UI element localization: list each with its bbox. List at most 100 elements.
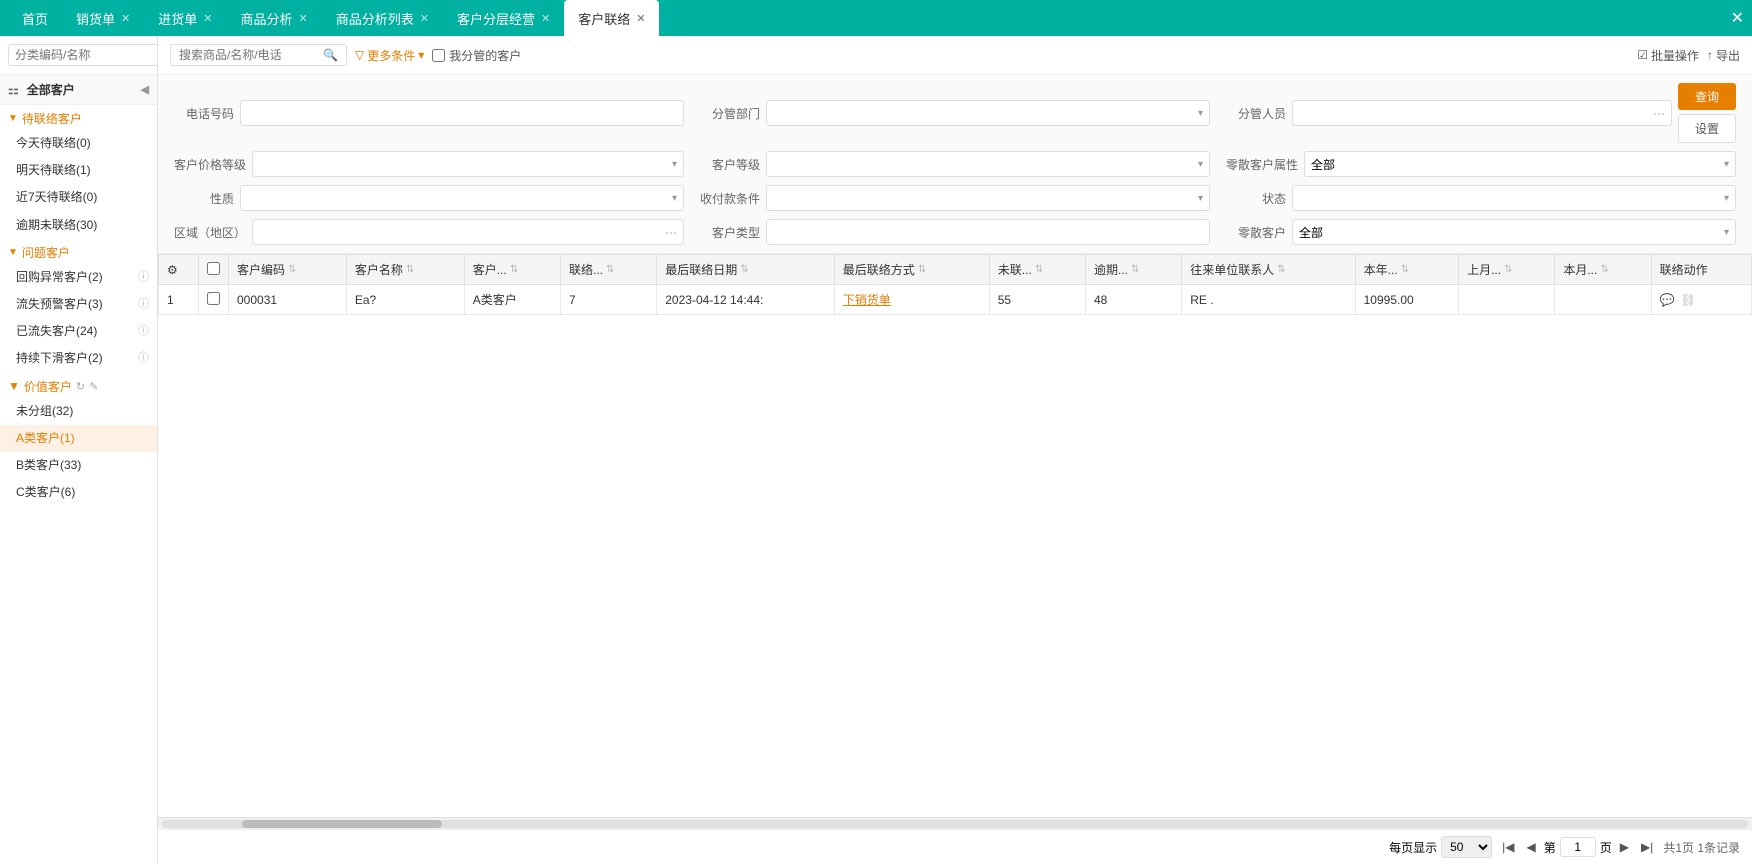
sort-icon[interactable]: ⇅ bbox=[1600, 264, 1608, 275]
region-input[interactable]: ··· bbox=[252, 219, 684, 245]
next-page-btn[interactable]: ▶ bbox=[1616, 838, 1633, 856]
phone-label: 电话号码 bbox=[174, 105, 234, 122]
prev-page-btn[interactable]: ◀ bbox=[1522, 838, 1539, 856]
link-icon[interactable]: ⛓ bbox=[1681, 293, 1696, 307]
scroll-thumb[interactable] bbox=[242, 820, 442, 828]
th-actions: 联络动作 bbox=[1651, 255, 1751, 285]
customer-level-select[interactable]: ▾ bbox=[766, 151, 1210, 177]
sort-icon[interactable]: ⇅ bbox=[918, 264, 926, 275]
query-button[interactable]: 查询 bbox=[1678, 83, 1736, 110]
row-checkbox[interactable] bbox=[207, 292, 220, 305]
scroll-track[interactable] bbox=[162, 820, 1748, 828]
sort-icon[interactable]: ⇅ bbox=[1035, 264, 1043, 275]
sidebar-item-tomorrow[interactable]: 明天待联络(1) bbox=[0, 157, 157, 184]
retail-attr-select[interactable]: 全部 ▾ bbox=[1304, 151, 1736, 177]
collapse-icon[interactable]: ◀ bbox=[141, 83, 149, 96]
nav-close-icon[interactable]: ✕ bbox=[299, 12, 308, 25]
settings-button[interactable]: 设置 bbox=[1678, 114, 1736, 143]
nav-item-purchase[interactable]: 进货单 ✕ bbox=[144, 0, 226, 36]
retail-customer-select[interactable]: 全部 ▾ bbox=[1292, 219, 1736, 245]
nav-close-icon[interactable]: ✕ bbox=[121, 12, 130, 25]
sidebar-group-problem[interactable]: ▼ 问题客户 bbox=[0, 239, 157, 264]
customer-type-input[interactable] bbox=[766, 219, 1210, 245]
item-label: 已流失客户(24) bbox=[16, 322, 97, 341]
td-checkbox[interactable] bbox=[199, 285, 229, 315]
nav-item-analysis[interactable]: 商品分析 ✕ bbox=[226, 0, 321, 36]
sort-icon[interactable]: ⇅ bbox=[606, 264, 614, 275]
nav-close-icon[interactable]: ✕ bbox=[636, 12, 645, 25]
batch-ops-btn[interactable]: ☑ 批量操作 bbox=[1637, 47, 1699, 64]
dept-label: 分管部门 bbox=[700, 105, 760, 122]
my-customers-check[interactable] bbox=[432, 49, 445, 62]
sort-icon[interactable]: ⇅ bbox=[288, 264, 296, 275]
select-all-checkbox[interactable] bbox=[207, 262, 220, 275]
phone-input[interactable] bbox=[240, 100, 684, 126]
last-page-btn[interactable]: ▶| bbox=[1637, 838, 1657, 856]
page-number-input[interactable] bbox=[1560, 837, 1596, 857]
nav-label: 客户分层经营 bbox=[457, 9, 535, 28]
filter-search-input[interactable] bbox=[179, 48, 319, 62]
sidebar-item-class-a[interactable]: A类客户(1) bbox=[0, 425, 157, 452]
th-settings[interactable]: ⚙ bbox=[159, 255, 199, 285]
sidebar-item-class-b[interactable]: B类客户(33) bbox=[0, 452, 157, 479]
chat-icon[interactable]: 💬 bbox=[1660, 293, 1675, 307]
nav-item-customer-contact[interactable]: 客户联络 ✕ bbox=[564, 0, 659, 36]
sort-icon[interactable]: ⇅ bbox=[740, 264, 748, 275]
td-index: 1 bbox=[159, 285, 199, 315]
sidebar-item-churned[interactable]: 已流失客户(24) ⓘ bbox=[0, 318, 157, 345]
item-label: B类客户(33) bbox=[16, 456, 81, 475]
sort-icon[interactable]: ⇅ bbox=[406, 264, 414, 275]
sidebar-item-ungrouped[interactable]: 未分组(32) bbox=[0, 398, 157, 425]
settings-gear-icon[interactable]: ⚙ bbox=[167, 263, 178, 277]
item-label: 逾期未联络(30) bbox=[16, 216, 97, 235]
status-select[interactable]: ▾ bbox=[1292, 185, 1736, 211]
nav-close-icon[interactable]: ✕ bbox=[541, 12, 550, 25]
sidebar-all-customers[interactable]: ⚏ 全部客户 ◀ bbox=[0, 75, 157, 105]
payment-select[interactable]: ▾ bbox=[766, 185, 1210, 211]
manager-input[interactable]: ··· bbox=[1292, 100, 1672, 126]
sort-icon[interactable]: ⇅ bbox=[1401, 264, 1409, 275]
sidebar-item-today[interactable]: 今天待联络(0) bbox=[0, 130, 157, 157]
sidebar-group-value[interactable]: ▼ 价值客户 ↻ ✎ bbox=[0, 373, 157, 398]
nav-item-sales[interactable]: 销货单 ✕ bbox=[62, 0, 144, 36]
sidebar-search-input[interactable] bbox=[8, 44, 158, 66]
sidebar-item-class-c[interactable]: C类客户(6) bbox=[0, 479, 157, 506]
sidebar-item-churn-warning[interactable]: 流失预警客户(3) ⓘ bbox=[0, 291, 157, 318]
sidebar-item-declining[interactable]: 持续下滑客户(2) ⓘ bbox=[0, 345, 157, 372]
nav-item-analysis-list[interactable]: 商品分析列表 ✕ bbox=[322, 0, 443, 36]
filter-row-nature: 性质 ▾ bbox=[174, 185, 684, 211]
nav-item-customer-tier[interactable]: 客户分层经营 ✕ bbox=[443, 0, 564, 36]
my-customers-checkbox[interactable]: 我分管的客户 bbox=[432, 47, 521, 64]
sort-icon[interactable]: ⇅ bbox=[510, 264, 518, 275]
dept-select[interactable]: ▾ bbox=[766, 100, 1210, 126]
th-checkbox[interactable] bbox=[199, 255, 229, 285]
td-last-contact-method[interactable]: 下销货单 bbox=[834, 285, 989, 315]
sidebar-item-overdue[interactable]: 逾期未联络(30) bbox=[0, 212, 157, 239]
nature-select[interactable]: ▾ bbox=[240, 185, 684, 211]
sidebar-item-7days[interactable]: 近7天待联络(0) bbox=[0, 184, 157, 211]
th-contact-count: 联络... ⇅ bbox=[560, 255, 656, 285]
sort-icon[interactable]: ⇅ bbox=[1504, 264, 1512, 275]
per-page-select[interactable]: 50 100 200 bbox=[1441, 836, 1492, 858]
edit-icon[interactable]: ✎ bbox=[89, 380, 98, 393]
dots-icon: ··· bbox=[665, 225, 677, 239]
more-conditions-btn[interactable]: ▽ 更多条件 ▾ bbox=[355, 47, 424, 64]
chevron-down-icon: ▾ bbox=[418, 48, 424, 62]
export-btn[interactable]: ↑ 导出 bbox=[1707, 47, 1740, 64]
nav-close-icon[interactable]: ✕ bbox=[203, 12, 212, 25]
sidebar-item-repurchase-abnormal[interactable]: 回购异常客户(2) ⓘ bbox=[0, 264, 157, 291]
td-this-month bbox=[1555, 285, 1651, 315]
contact-method-link[interactable]: 下销货单 bbox=[843, 293, 891, 307]
sort-icon[interactable]: ⇅ bbox=[1131, 264, 1139, 275]
search-icon[interactable]: 🔍 bbox=[323, 48, 338, 62]
price-level-select[interactable]: ▾ bbox=[252, 151, 684, 177]
sidebar-group-pending[interactable]: ▼ 待联络客户 bbox=[0, 105, 157, 130]
retail-attr-value: 全部 bbox=[1311, 156, 1335, 173]
nav-close-icon[interactable]: ✕ bbox=[420, 12, 429, 25]
refresh-icon[interactable]: ↻ bbox=[76, 380, 85, 393]
first-page-btn[interactable]: |◀ bbox=[1498, 838, 1518, 856]
sort-icon[interactable]: ⇅ bbox=[1277, 264, 1285, 275]
horizontal-scrollbar[interactable] bbox=[158, 817, 1752, 829]
window-close-btn[interactable]: ✕ bbox=[1731, 8, 1744, 28]
nav-home[interactable]: 首页 bbox=[8, 0, 62, 36]
